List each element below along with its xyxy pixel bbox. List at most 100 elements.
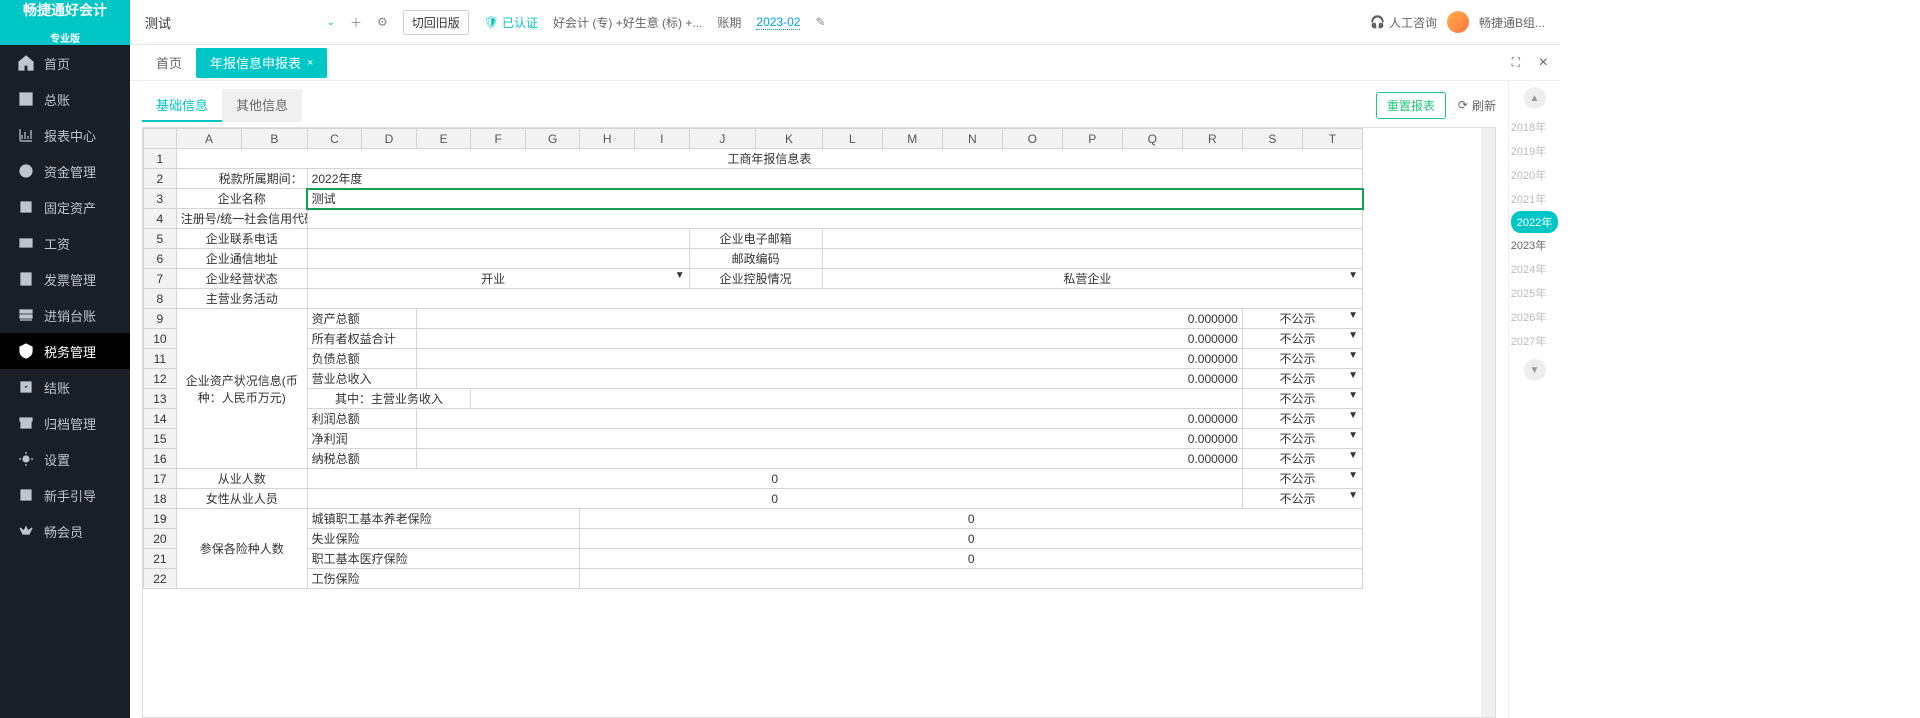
company-select[interactable]: 测试 ⌄ xyxy=(145,13,335,32)
sub-tab-other[interactable]: 其他信息 xyxy=(222,89,302,122)
row-header[interactable]: 22 xyxy=(144,569,177,589)
col-header[interactable]: R xyxy=(1182,129,1242,149)
row-header[interactable]: 3 xyxy=(144,189,177,209)
year-2025年[interactable]: 2025年 xyxy=(1511,281,1558,305)
col-header[interactable]: J xyxy=(689,129,756,149)
row-header[interactable]: 4 xyxy=(144,209,177,229)
row-header[interactable]: 12 xyxy=(144,369,177,389)
chevron-down-icon: ⌄ xyxy=(327,17,335,28)
user-name[interactable]: 畅捷通B组... xyxy=(1479,14,1545,31)
sidebar-item-salary[interactable]: 工资 xyxy=(0,225,130,261)
expand-icon[interactable]: ⛶ xyxy=(1512,55,1520,70)
spreadsheet[interactable]: ABCDEFGHIJKLMNOPQRST1工商年报信息表2税款所属期间：2022… xyxy=(142,127,1496,718)
year-2021年[interactable]: 2021年 xyxy=(1511,187,1558,211)
period-value[interactable]: 2023-02 xyxy=(756,15,800,30)
sidebar-item-archive[interactable]: 归档管理 xyxy=(0,405,130,441)
add-icon[interactable]: ＋ xyxy=(350,14,362,31)
row-header[interactable]: 15 xyxy=(144,429,177,449)
guide-icon xyxy=(18,487,34,503)
gear-icon[interactable]: ⚙ xyxy=(377,15,388,29)
sidebar-item-vip[interactable]: 畅会员 xyxy=(0,513,130,549)
row-header[interactable]: 17 xyxy=(144,469,177,489)
tab-home[interactable]: 首页 xyxy=(142,45,196,81)
sidebar-item-guide[interactable]: 新手引导 xyxy=(0,477,130,513)
col-header[interactable]: Q xyxy=(1122,129,1182,149)
row-header[interactable]: 8 xyxy=(144,289,177,309)
sidebar-item-stock[interactable]: 进销台账 xyxy=(0,297,130,333)
row-header[interactable]: 21 xyxy=(144,549,177,569)
sub-tabs: 基础信息 其他信息 xyxy=(142,89,302,122)
col-header[interactable]: M xyxy=(882,129,942,149)
year-2022年[interactable]: 2022年 xyxy=(1511,211,1558,233)
year-2026年[interactable]: 2026年 xyxy=(1511,305,1558,329)
sidebar-item-close[interactable]: 结账 xyxy=(0,369,130,405)
year-up-icon[interactable]: ▲ xyxy=(1524,87,1546,109)
row-header[interactable]: 2 xyxy=(144,169,177,189)
col-header[interactable]: D xyxy=(362,129,417,149)
tabs-close-icon[interactable]: × xyxy=(1539,54,1548,72)
year-2027年[interactable]: 2027年 xyxy=(1511,329,1558,353)
sidebar-item-home[interactable]: 首页 xyxy=(0,45,130,81)
company-name-cell[interactable]: 测试 xyxy=(307,189,1362,209)
archive-icon xyxy=(18,415,34,431)
col-header[interactable]: H xyxy=(580,129,635,149)
year-2024年[interactable]: 2024年 xyxy=(1511,257,1558,281)
sheet-title[interactable]: 工商年报信息表 xyxy=(176,149,1362,169)
col-header[interactable] xyxy=(144,129,177,149)
col-header[interactable]: O xyxy=(1002,129,1062,149)
col-header[interactable]: I xyxy=(635,129,690,149)
col-header[interactable]: L xyxy=(822,129,882,149)
sidebar-item-chart[interactable]: 报表中心 xyxy=(0,117,130,153)
switch-old-button[interactable]: 切回旧版 xyxy=(403,10,469,35)
row-header[interactable]: 1 xyxy=(144,149,177,169)
row-header[interactable]: 9 xyxy=(144,309,177,329)
page-tabs: 首页 年报信息申报表× ⛶ × xyxy=(130,45,1560,81)
scrollbar[interactable] xyxy=(1481,128,1495,717)
sidebar-item-tax[interactable]: 税务管理 xyxy=(0,333,130,369)
avatar[interactable] xyxy=(1447,11,1469,33)
col-header[interactable]: N xyxy=(942,129,1002,149)
sidebar-item-ledger[interactable]: 总账 xyxy=(0,81,130,117)
invoice-icon xyxy=(18,271,34,287)
settings-icon xyxy=(18,451,34,467)
sidebar-item-invoice[interactable]: 发票管理 xyxy=(0,261,130,297)
row-header[interactable]: 14 xyxy=(144,409,177,429)
year-down-icon[interactable]: ▼ xyxy=(1524,359,1546,381)
col-header[interactable]: B xyxy=(242,129,307,149)
sidebar-item-fund[interactable]: 资金管理 xyxy=(0,153,130,189)
sub-tab-basic[interactable]: 基础信息 xyxy=(142,89,222,122)
row-header[interactable]: 18 xyxy=(144,489,177,509)
year-2023年[interactable]: 2023年 xyxy=(1511,233,1558,257)
row-header[interactable]: 10 xyxy=(144,329,177,349)
sidebar-item-settings[interactable]: 设置 xyxy=(0,441,130,477)
col-header[interactable]: P xyxy=(1062,129,1122,149)
year-2020年[interactable]: 2020年 xyxy=(1511,163,1558,187)
col-header[interactable]: F xyxy=(471,129,526,149)
col-header[interactable]: E xyxy=(416,129,471,149)
year-2019年[interactable]: 2019年 xyxy=(1511,139,1558,163)
row-header[interactable]: 6 xyxy=(144,249,177,269)
refresh-button[interactable]: ⟳ 刷新 xyxy=(1458,97,1496,114)
brand-logo: 畅捷通好会计 专业版 xyxy=(0,0,130,45)
col-header[interactable]: G xyxy=(525,129,580,149)
row-header[interactable]: 13 xyxy=(144,389,177,409)
reset-report-button[interactable]: 重置报表 xyxy=(1376,92,1446,119)
col-header[interactable]: C xyxy=(307,129,362,149)
row-header[interactable]: 16 xyxy=(144,449,177,469)
row-header[interactable]: 19 xyxy=(144,509,177,529)
row-header[interactable]: 7 xyxy=(144,269,177,289)
asset-icon xyxy=(18,199,34,215)
col-header[interactable]: S xyxy=(1242,129,1302,149)
row-header[interactable]: 20 xyxy=(144,529,177,549)
row-header[interactable]: 5 xyxy=(144,229,177,249)
period-edit-icon[interactable]: ✎ xyxy=(815,15,825,29)
row-header[interactable]: 11 xyxy=(144,349,177,369)
col-header[interactable]: A xyxy=(176,129,241,149)
tab-annual-report[interactable]: 年报信息申报表× xyxy=(196,48,327,78)
close-icon[interactable]: × xyxy=(307,57,313,69)
customer-service-link[interactable]: 🎧 人工咨询 xyxy=(1370,14,1437,31)
sidebar-item-asset[interactable]: 固定资产 xyxy=(0,189,130,225)
col-header[interactable]: K xyxy=(756,129,823,149)
year-2018年[interactable]: 2018年 xyxy=(1511,115,1558,139)
col-header[interactable]: T xyxy=(1302,129,1362,149)
